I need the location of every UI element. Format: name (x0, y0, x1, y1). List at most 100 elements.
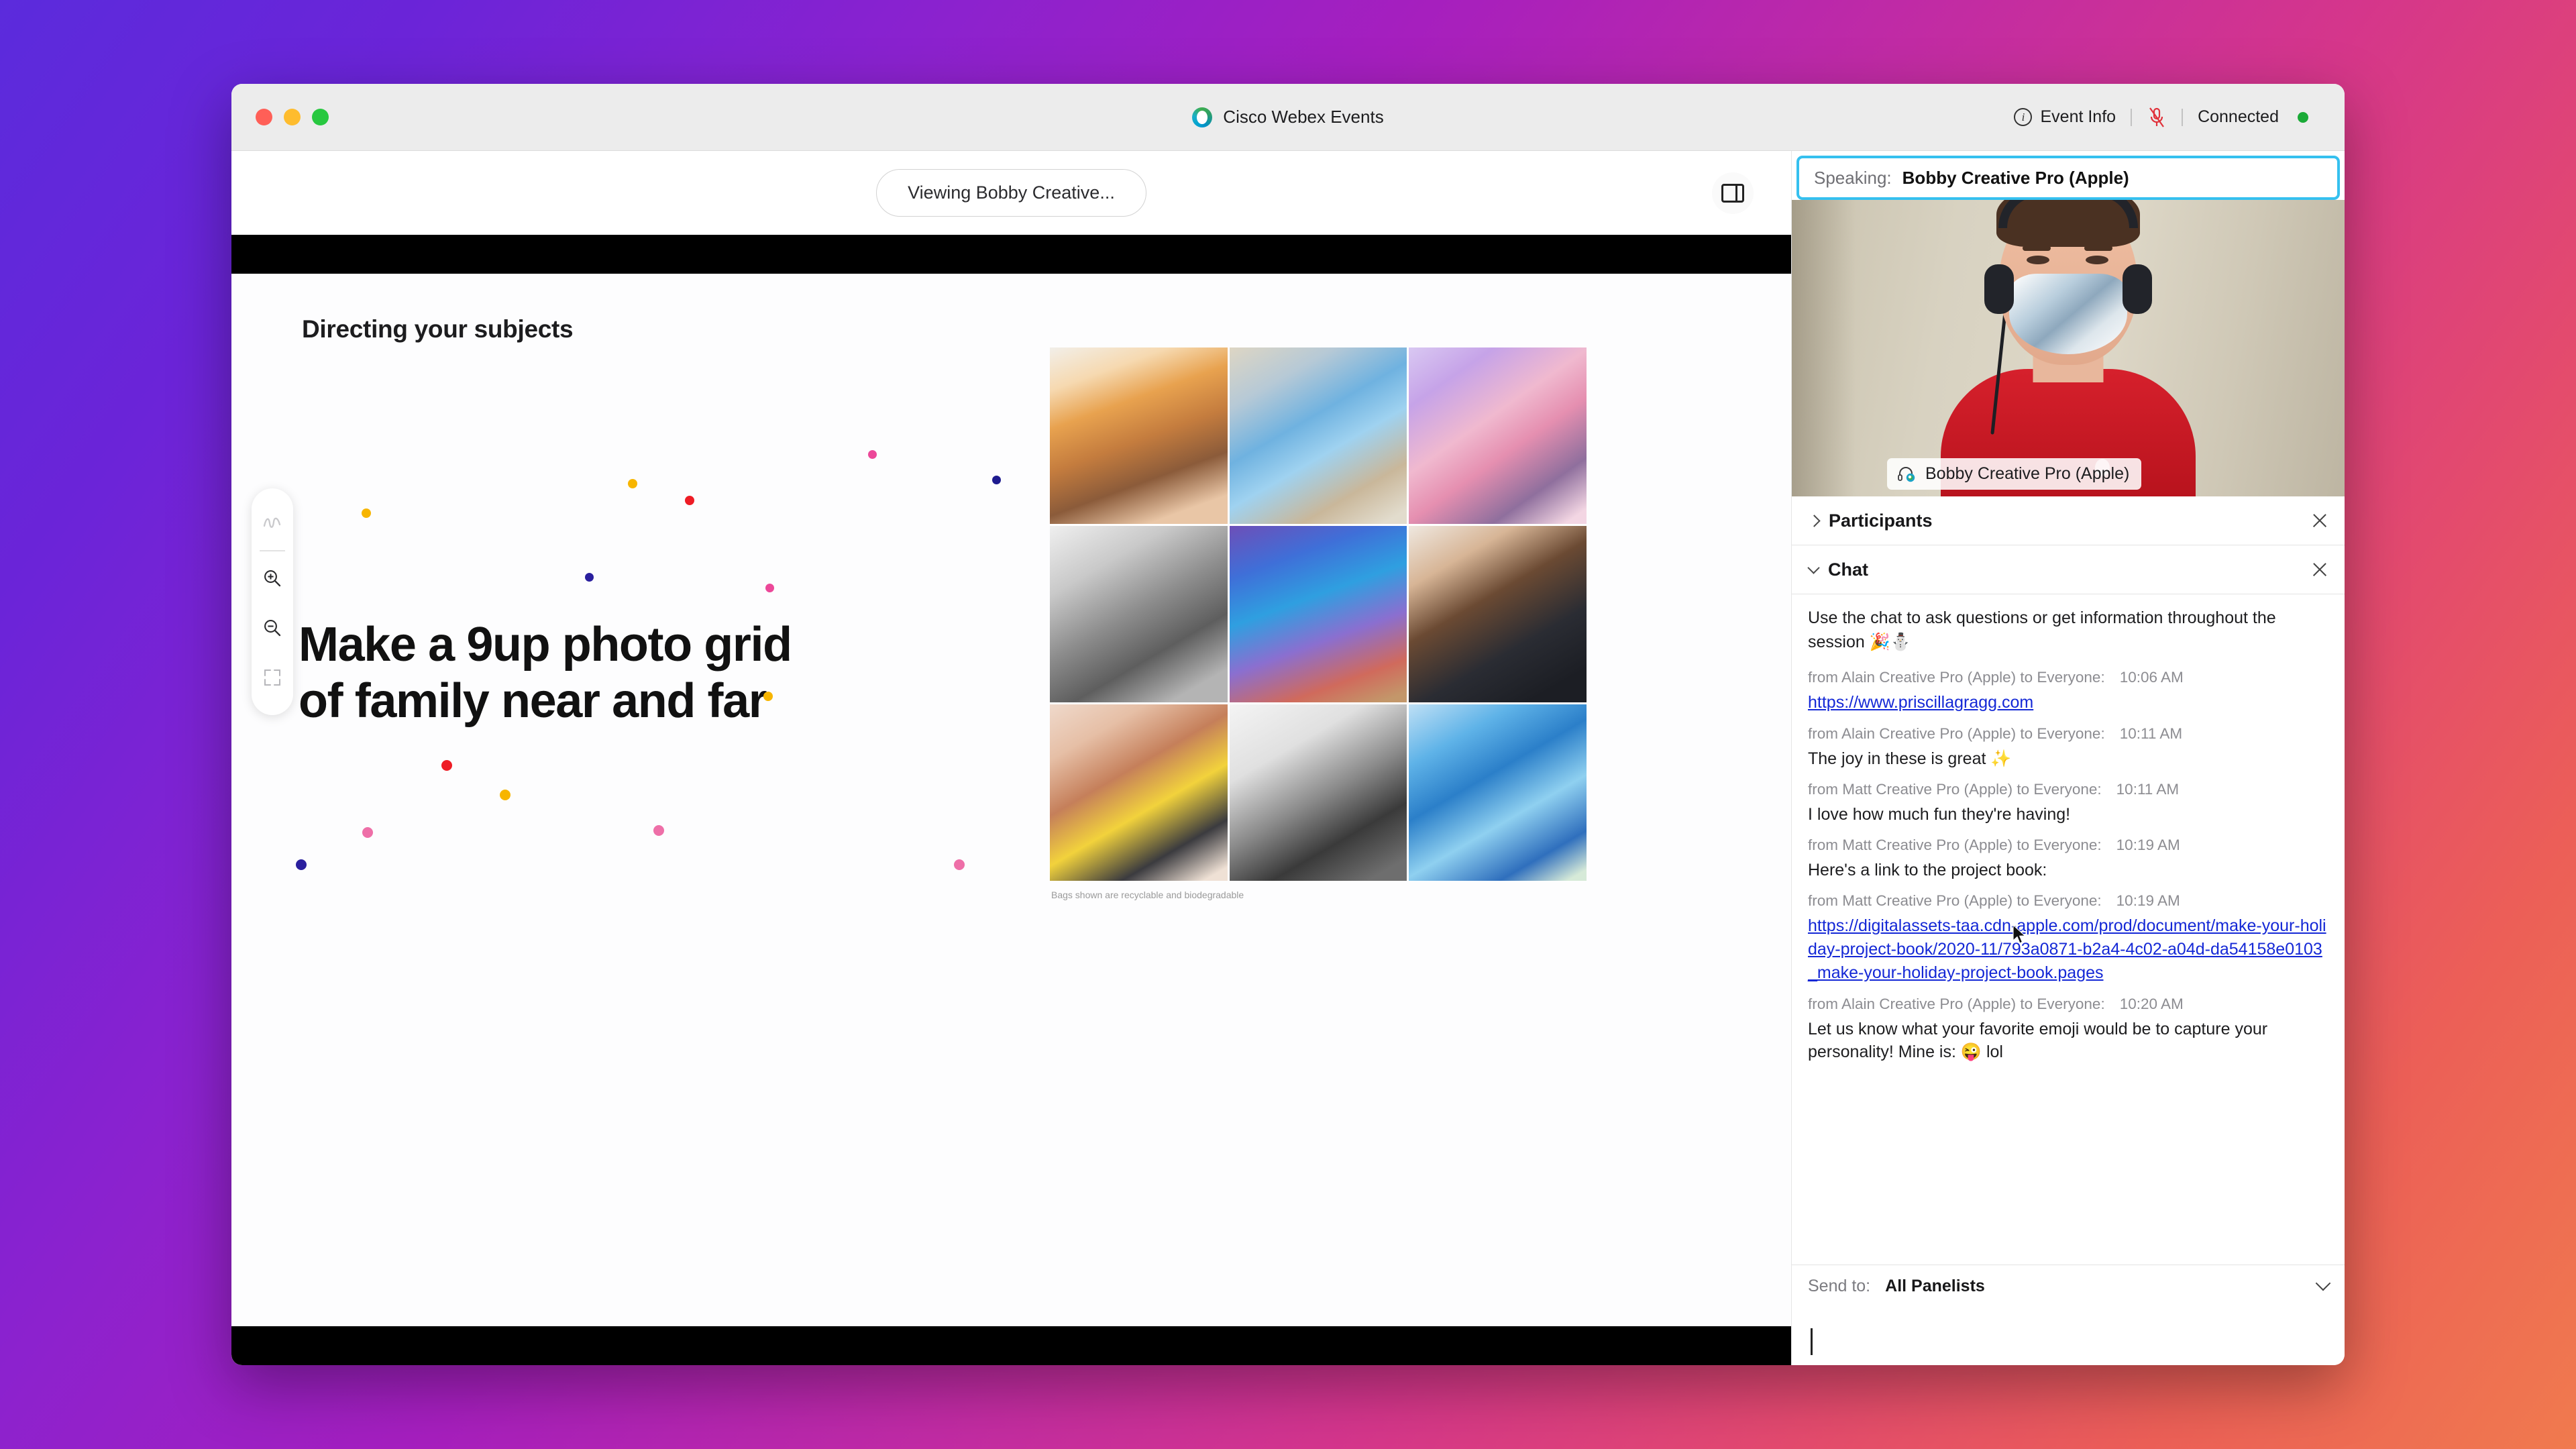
connection-status-dot (2298, 111, 2308, 123)
chat-message-sender: from Alain Creative Pro (Apple) to Every… (1808, 996, 2105, 1012)
zoom-in-tool[interactable] (252, 555, 293, 605)
chevron-down-icon[interactable] (1807, 561, 1820, 574)
photo-grid-9up (1050, 347, 1587, 881)
chat-message-time: 10:20 AM (2119, 996, 2184, 1012)
video-name-tag-label: Bobby Creative Pro (Apple) (1925, 464, 2130, 483)
decorative-dot (585, 573, 594, 582)
chat-message-time: 10:11 AM (2119, 725, 2183, 742)
app-title: Cisco Webex Events (1223, 107, 1384, 127)
titlebar-status-group: i Event Info Connected (2004, 107, 2318, 128)
chat-message-time: 10:19 AM (2116, 837, 2180, 853)
black-white-family-pile (1050, 526, 1228, 702)
traffic-lights (256, 109, 329, 125)
chat-message-link[interactable]: https://digitalassets-taa.cdn-apple.com/… (1808, 914, 2328, 985)
chat-message-list[interactable]: Use the chat to ask questions or get inf… (1792, 594, 2345, 1265)
chat-message-meta: from Alain Creative Pro (Apple) to Every… (1808, 996, 2328, 1013)
send-to-label: Send to: (1808, 1276, 1871, 1295)
video-name-tag: Bobby Creative Pro (Apple) (1887, 458, 2142, 490)
chat-message-sender: from Alain Creative Pro (Apple) to Every… (1808, 669, 2105, 686)
info-icon: i (2014, 108, 2033, 126)
text-cursor (1811, 1328, 1813, 1355)
chat-message: from Alain Creative Pro (Apple) to Every… (1808, 996, 2328, 1063)
send-to-row[interactable]: Send to: All Panelists (1792, 1265, 2345, 1307)
decorative-dot (868, 450, 877, 459)
fullscreen-tool[interactable] (252, 655, 293, 704)
slide-tool-rail (252, 488, 293, 715)
chat-message: from Matt Creative Pro (Apple) to Everyo… (1808, 781, 2328, 826)
chat-message-body: Let us know what your favorite emoji wou… (1808, 1020, 2268, 1061)
speaking-name: Bobby Creative Pro (Apple) (1902, 167, 2129, 188)
chat-message-body: The joy in these is great ✨ (1808, 749, 2012, 768)
slide-canvas: Directing your subjects Make a 9up photo… (231, 274, 1791, 1326)
chat-input[interactable] (1792, 1307, 2345, 1365)
mic-mute-button[interactable] (2137, 107, 2176, 128)
chat-message-body: I love how much fun they're having! (1808, 805, 2071, 824)
mouse-cursor (2012, 924, 2027, 946)
decorative-dot (763, 692, 773, 701)
event-info-button[interactable]: i Event Info (2004, 107, 2125, 127)
headphone-earcup-right (2123, 264, 2152, 314)
layout-panel-icon (1721, 183, 1744, 203)
annotate-scribble-icon (262, 515, 282, 533)
maximize-window-button[interactable] (312, 109, 329, 125)
close-participants-icon[interactable] (2311, 512, 2328, 529)
speaker-figure (1911, 200, 2226, 496)
child-covering-eye (1050, 704, 1228, 881)
headline-line-1: Make a 9up photo grid (299, 618, 792, 672)
chat-message-link[interactable]: https://www.priscillagragg.com (1808, 691, 2328, 714)
chat-message-meta: from Matt Creative Pro (Apple) to Everyo… (1808, 781, 2328, 798)
divider (2182, 108, 2184, 126)
chat-message-time: 10:11 AM (2116, 781, 2180, 798)
decorative-dot (441, 760, 452, 771)
chat-composer: Send to: All Panelists (1792, 1265, 2345, 1365)
chat-message: from Matt Creative Pro (Apple) to Everyo… (1808, 837, 2328, 881)
right-side-panel: Speaking: Bobby Creative Pro (Apple) Bob… (1791, 151, 2345, 1365)
event-info-label: Event Info (2040, 107, 2116, 126)
chat-message-time: 10:06 AM (2119, 669, 2184, 686)
chat-message: from Alain Creative Pro (Apple) to Every… (1808, 669, 2328, 714)
layout-toggle-button[interactable] (1712, 172, 1754, 214)
active-speaker-video[interactable]: Bobby Creative Pro (Apple) (1792, 200, 2345, 496)
decorative-dot (628, 479, 637, 488)
viewing-indicator-pill[interactable]: Viewing Bobby Creative... (876, 169, 1146, 217)
speaker-eye-right (2086, 256, 2108, 264)
woman-ok-sign-eye (1409, 526, 1587, 702)
send-to-value: All Panelists (1885, 1276, 1985, 1295)
headline-line-2: of family near and far (299, 674, 767, 728)
participants-section-header[interactable]: Participants (1792, 496, 2345, 545)
chat-message-sender: from Matt Creative Pro (Apple) to Everyo… (1808, 781, 2102, 798)
zoom-out-tool[interactable] (252, 605, 293, 655)
girl-through-pink-bag (1409, 347, 1587, 524)
decorative-dot (500, 790, 511, 800)
chat-title: Chat (1828, 559, 1868, 580)
decorative-dot (685, 496, 694, 505)
webex-logo-icon (1192, 107, 1213, 127)
boy-laughing-stripes (1229, 704, 1407, 881)
headphone-earcup-left (1984, 264, 2014, 314)
stage-toolbar: Viewing Bobby Creative... (231, 151, 1791, 235)
slide-kicker: Directing your subjects (302, 315, 574, 343)
chat-message-meta: from Alain Creative Pro (Apple) to Every… (1808, 725, 2328, 743)
close-chat-icon[interactable] (2311, 561, 2328, 578)
slide-letterbox-bottom (231, 1326, 1791, 1365)
girl-and-dad-laughing (1050, 347, 1228, 524)
window-titlebar: Cisco Webex Events i Event Info Connecte… (231, 84, 2345, 151)
chat-message-sender: from Matt Creative Pro (Apple) to Everyo… (1808, 892, 2102, 909)
close-window-button[interactable] (256, 109, 272, 125)
slide-letterbox-top (231, 235, 1791, 274)
chevron-down-icon[interactable] (2315, 1275, 2331, 1291)
chevron-right-icon[interactable] (1808, 514, 1821, 527)
chat-message-sender: from Alain Creative Pro (Apple) to Every… (1808, 725, 2105, 742)
fullscreen-expand-icon (263, 668, 282, 690)
minimize-window-button[interactable] (284, 109, 301, 125)
chat-section-header[interactable]: Chat (1792, 545, 2345, 594)
decorative-dot (992, 476, 1001, 484)
chat-message: from Alain Creative Pro (Apple) to Every… (1808, 725, 2328, 770)
annotate-tool[interactable] (252, 499, 293, 549)
video-background (1792, 200, 1856, 496)
chat-messages: from Alain Creative Pro (Apple) to Every… (1808, 669, 2328, 1063)
decorative-dot (362, 827, 373, 838)
zoom-in-icon (262, 568, 282, 592)
connection-status[interactable]: Connected (2188, 107, 2318, 127)
child-with-blue-bags (1409, 704, 1587, 881)
